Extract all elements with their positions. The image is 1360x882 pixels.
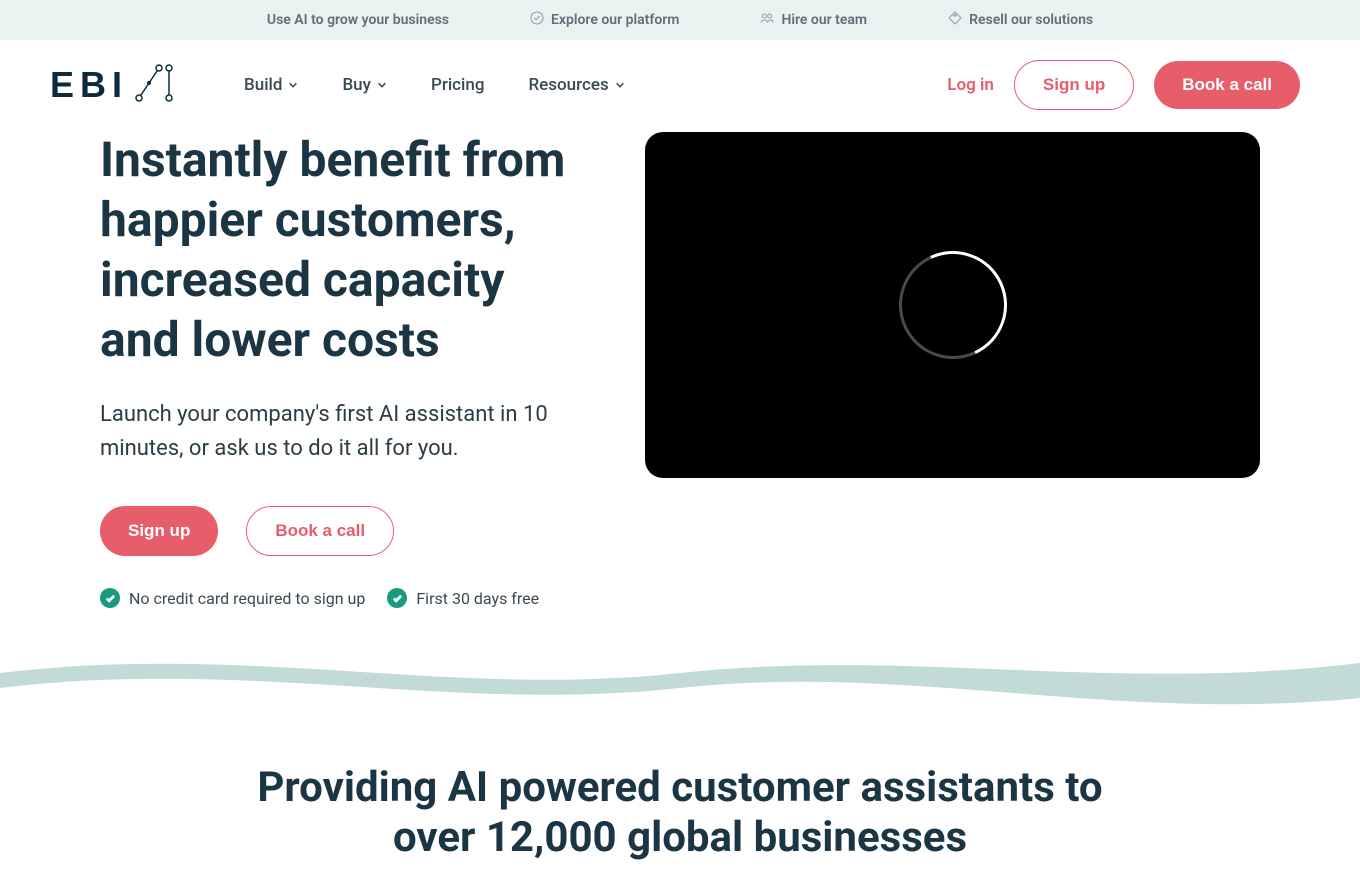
chevron-down-icon [288,75,298,95]
video-player[interactable] [645,132,1260,478]
nav-link-label: Resources [528,75,608,95]
top-bar-label: Use AI to grow your business [267,12,449,28]
hero-media [645,130,1260,478]
chevron-down-icon [615,75,625,95]
nav-link-pricing[interactable]: Pricing [431,75,485,95]
book-call-button[interactable]: Book a call [1154,61,1300,109]
hero-section: Instantly benefit from happier customers… [0,130,1360,608]
top-bar-label: Resell our solutions [969,12,1093,28]
benefit-free-trial: First 30 days free [387,588,539,608]
nav-actions: Log in Sign up Book a call [947,60,1300,110]
main-nav: EBI Build Buy Pricing Resources [0,40,1360,130]
nav-links: Build Buy Pricing Resources [244,75,947,95]
check-badge-icon [529,10,545,30]
people-icon [759,10,775,30]
benefit-no-card: No credit card required to sign up [100,588,365,608]
top-bar-item-explore[interactable]: Explore our platform [529,10,679,30]
check-icon [387,588,407,608]
customers-section: Providing AI powered customer assistants… [0,718,1360,882]
hero-signup-button[interactable]: Sign up [100,506,218,556]
hero-content: Instantly benefit from happier customers… [100,130,585,608]
hero-benefits: No credit card required to sign up First… [100,588,585,608]
announcement-bar: Use AI to grow your business Explore our… [0,0,1360,40]
loading-spinner-icon [883,236,1021,374]
top-bar-label: Explore our platform [551,12,679,28]
benefit-label: No credit card required to sign up [129,589,365,608]
nav-link-resources[interactable]: Resources [528,75,624,95]
check-icon [100,588,120,608]
top-bar-label: Hire our team [781,12,867,28]
logo[interactable]: EBI [50,63,194,107]
logo-icon [134,63,194,107]
nav-link-label: Buy [342,75,371,95]
wave-divider [0,638,1360,718]
benefit-label: First 30 days free [416,589,539,608]
hero-subtitle: Launch your company's first AI assistant… [100,398,585,466]
chevron-down-icon [377,75,387,95]
top-bar-item-hire[interactable]: Hire our team [759,10,867,30]
customers-heading: Providing AI powered customer assistants… [230,763,1130,862]
hero-title: Instantly benefit from happier customers… [100,130,585,370]
nav-link-buy[interactable]: Buy [342,75,387,95]
top-bar-item-grow[interactable]: Use AI to grow your business [267,12,449,28]
nav-link-label: Build [244,75,282,95]
login-link[interactable]: Log in [947,75,994,95]
hero-book-call-button[interactable]: Book a call [246,506,394,556]
tag-icon [947,10,963,30]
nav-link-label: Pricing [431,75,485,95]
top-bar-item-resell[interactable]: Resell our solutions [947,10,1093,30]
hero-cta-group: Sign up Book a call [100,506,585,556]
logo-text: EBI [50,64,128,106]
nav-link-build[interactable]: Build [244,75,298,95]
signup-button[interactable]: Sign up [1014,60,1134,110]
